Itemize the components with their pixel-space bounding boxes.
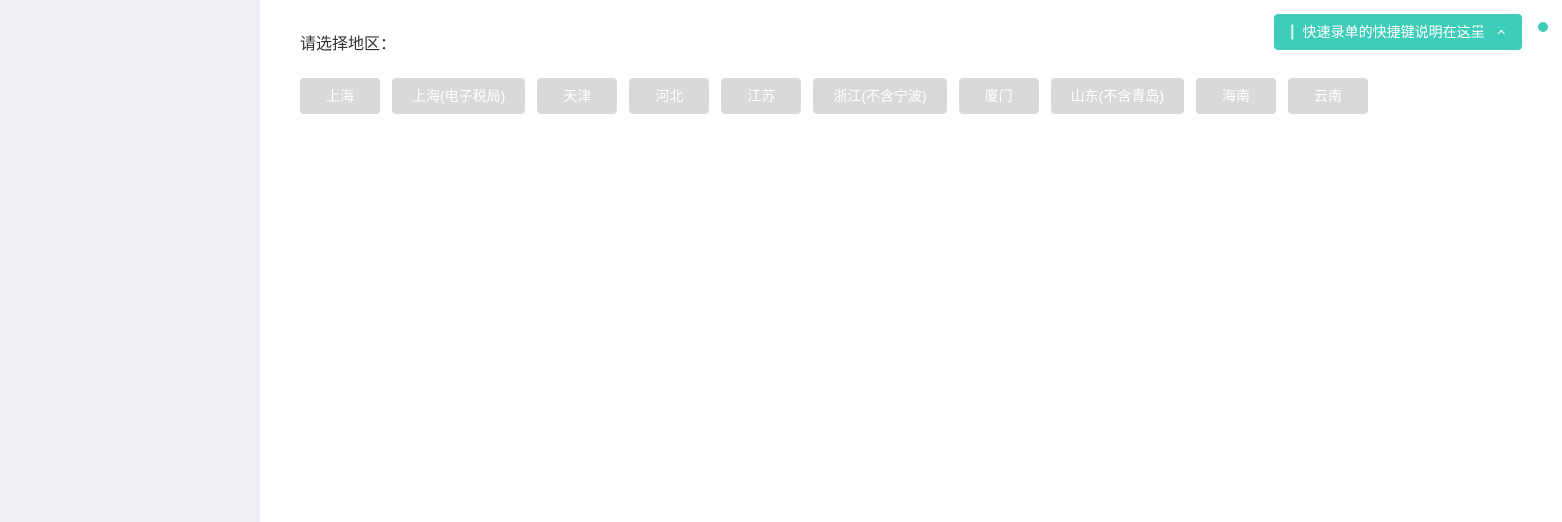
region-button-hainan[interactable]: 海南 [1196, 78, 1276, 114]
region-button-xiamen[interactable]: 厦门 [959, 78, 1039, 114]
region-buttons: 上海上海(电子税局) 天津河北江苏浙江(不含宁波) 厦门山东(不含青岛) 海南云南 [300, 78, 1522, 114]
left-sidebar [0, 0, 260, 522]
region-button-shanghai[interactable]: 上海 [300, 78, 380, 114]
tooltip-banner: 快速录单的快捷键说明在这里 × [1274, 14, 1522, 50]
tooltip-close-button[interactable]: × [1497, 23, 1506, 41]
region-button-zhejiang[interactable]: 浙江(不含宁波) [813, 78, 946, 114]
tooltip-line [1462, 28, 1522, 30]
region-button-yunnan[interactable]: 云南 [1288, 78, 1368, 114]
region-button-hebei[interactable]: 河北 [629, 78, 709, 114]
tooltip-dot [1538, 22, 1548, 32]
region-button-tianjin[interactable]: 天津 [537, 78, 617, 114]
region-button-jiangsu[interactable]: 江苏 [721, 78, 801, 114]
main-content: 请选择地区： 上海上海(电子税局)天津河北江苏浙江(不含宁波)厦门山东(不含青岛… [260, 0, 1562, 522]
region-button-shandong[interactable]: 山东(不含青岛) [1051, 78, 1184, 114]
region-button-shanghai-etax[interactable]: 上海(电子税局) [392, 78, 525, 114]
tooltip-text: 快速录单的快捷键说明在这里 [1303, 22, 1485, 42]
